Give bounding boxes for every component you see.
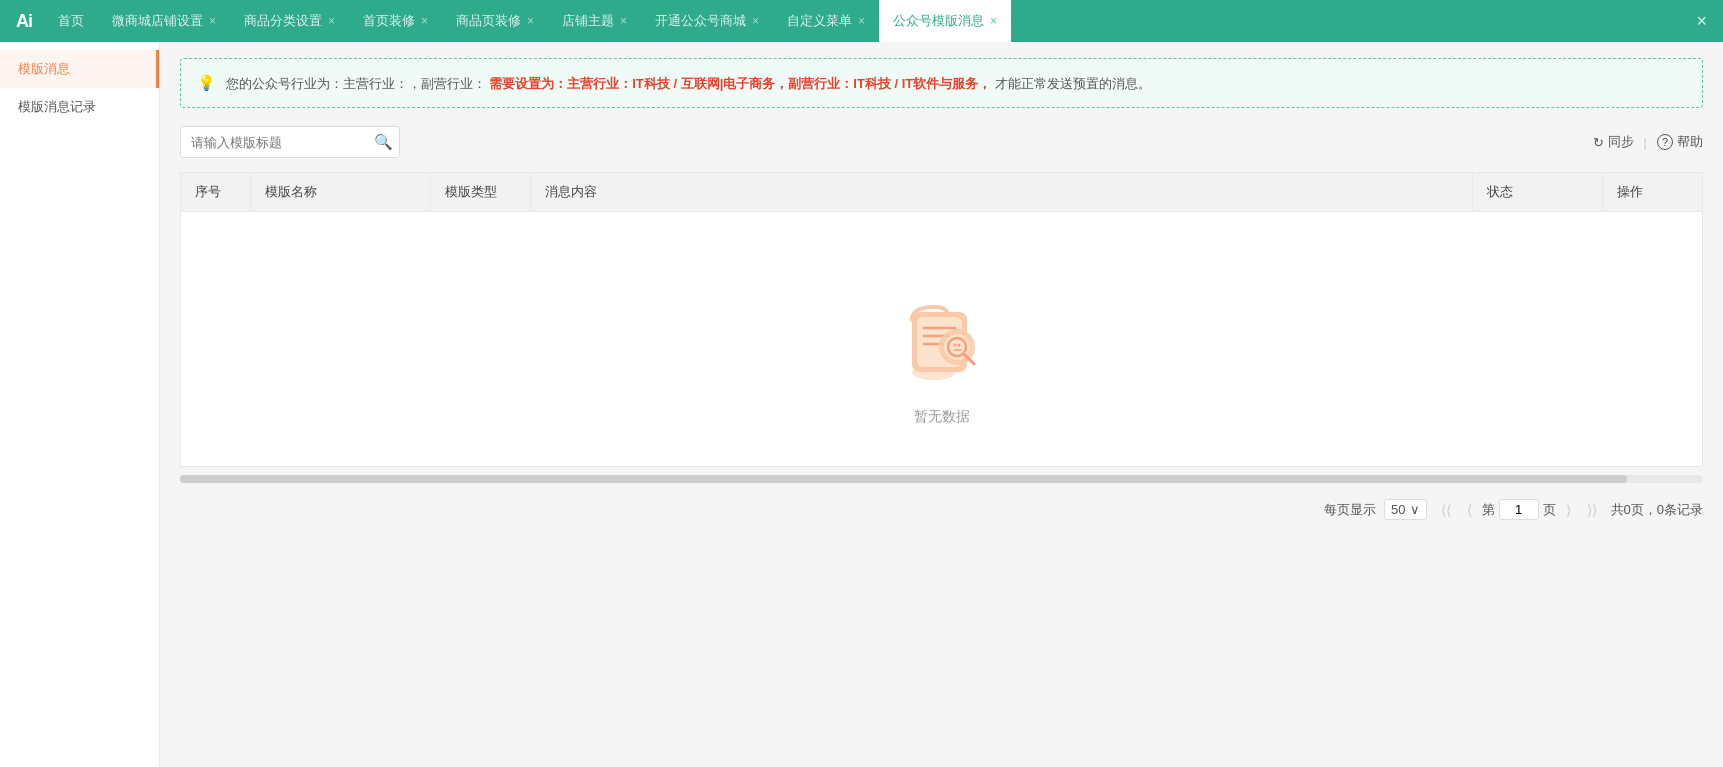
page-unit: 页 [1543, 501, 1556, 519]
page-input-group: 第 页 [1482, 499, 1556, 520]
col-header-action: 操作 [1603, 173, 1703, 212]
page-number-input[interactable] [1499, 499, 1539, 520]
col-header-seq: 序号 [181, 173, 251, 212]
chevron-down-icon: ∨ [1410, 502, 1420, 517]
tab-bar: Ai 首页 微商城店铺设置 × 商品分类设置 × 首页装修 × 商品页装修 × … [0, 0, 1723, 42]
data-table: 序号 模版名称 模版类型 消息内容 状态 操作 [180, 172, 1703, 467]
help-button[interactable]: ? 帮助 [1657, 133, 1703, 151]
tab-home[interactable]: 首页 [44, 0, 98, 42]
prev-page-button[interactable]: ⟨ [1461, 500, 1478, 520]
page-size-label: 每页显示 [1324, 501, 1376, 519]
close-shop-theme-tab[interactable]: × [620, 14, 627, 28]
svg-point-10 [953, 344, 956, 347]
tab-wechat-shop[interactable]: 微商城店铺设置 × [98, 0, 230, 42]
page-total: 共0页，0条记录 [1611, 501, 1703, 519]
sidebar-item-template-message[interactable]: 模版消息 [0, 50, 159, 88]
empty-illustration [882, 272, 1002, 392]
search-input-wrap: 🔍 [180, 126, 400, 158]
page-size-value: 50 [1391, 502, 1405, 517]
tab-product-page-decor[interactable]: 商品页装修 × [442, 0, 548, 42]
search-button[interactable]: 🔍 [366, 133, 400, 151]
pagination: 每页显示 50 ∨ ⟨⟨ ⟨ 第 页 ⟩ ⟩⟩ 共0页，0条记录 [180, 491, 1703, 528]
col-header-name: 模版名称 [251, 173, 431, 212]
empty-state: 暂无数据 [181, 212, 1702, 466]
notice-box: 💡 您的公众号行业为：主营行业：，副营行业： 需要设置为：主营行业：IT科技 /… [180, 58, 1703, 108]
table-header-row: 序号 模版名称 模版类型 消息内容 状态 操作 [181, 173, 1703, 212]
tab-open-mall[interactable]: 开通公众号商城 × [641, 0, 773, 42]
search-bar: 🔍 ↻ 同步 | ? 帮助 [180, 126, 1703, 158]
help-label: 帮助 [1677, 133, 1703, 151]
page-nav: ⟨⟨ ⟨ 第 页 ⟩ ⟩⟩ [1435, 499, 1603, 520]
col-header-type: 模版类型 [431, 173, 531, 212]
tab-homepage-decor[interactable]: 首页装修 × [349, 0, 442, 42]
scrollbar-thumb[interactable] [180, 475, 1627, 483]
sidebar: 模版消息 模版消息记录 [0, 42, 160, 767]
last-page-button[interactable]: ⟩⟩ [1581, 500, 1603, 520]
horizontal-scrollbar[interactable] [180, 475, 1703, 483]
sidebar-item-template-message-log[interactable]: 模版消息记录 [0, 88, 159, 126]
table-empty-row: 暂无数据 [181, 212, 1703, 467]
toolbar-divider: | [1644, 135, 1647, 150]
close-product-page-decor-tab[interactable]: × [527, 14, 534, 28]
tab-custom-menu[interactable]: 自定义菜单 × [773, 0, 879, 42]
sync-button[interactable]: ↻ 同步 [1593, 133, 1634, 151]
tab-shop-theme[interactable]: 店铺主题 × [548, 0, 641, 42]
next-page-button[interactable]: ⟩ [1560, 500, 1577, 520]
sync-label: 同步 [1608, 133, 1634, 151]
col-header-content: 消息内容 [531, 173, 1473, 212]
main-layout: 模版消息 模版消息记录 💡 您的公众号行业为：主营行业：，副营行业： 需要设置为… [0, 42, 1723, 767]
svg-point-11 [957, 344, 960, 347]
close-product-category-tab[interactable]: × [328, 14, 335, 28]
close-wechat-shop-tab[interactable]: × [209, 14, 216, 28]
search-input[interactable] [181, 135, 366, 150]
tab-template-msg[interactable]: 公众号模版消息 × [879, 0, 1011, 42]
help-icon: ? [1657, 134, 1673, 150]
notice-highlight: 需要设置为：主营行业：IT科技 / 互联网|电子商务，副营行业：IT科技 / I… [489, 76, 991, 91]
global-close-button[interactable]: × [1684, 11, 1719, 32]
notice-prefix: 您的公众号行业为：主营行业：，副营行业： [226, 76, 486, 91]
page-size-select[interactable]: 50 ∨ [1384, 499, 1426, 520]
sync-icon: ↻ [1593, 135, 1604, 150]
close-template-msg-tab[interactable]: × [990, 14, 997, 28]
close-homepage-decor-tab[interactable]: × [421, 14, 428, 28]
col-header-status: 状态 [1473, 173, 1603, 212]
toolbar-right: ↻ 同步 | ? 帮助 [1593, 133, 1703, 151]
page-label: 第 [1482, 501, 1495, 519]
notice-icon: 💡 [197, 74, 216, 91]
content-area: 💡 您的公众号行业为：主营行业：，副营行业： 需要设置为：主营行业：IT科技 /… [160, 42, 1723, 767]
notice-suffix: 才能正常发送预置的消息。 [995, 76, 1151, 91]
empty-text: 暂无数据 [914, 408, 970, 426]
first-page-button[interactable]: ⟨⟨ [1435, 500, 1457, 520]
tab-product-category[interactable]: 商品分类设置 × [230, 0, 349, 42]
logo-tab: Ai [4, 0, 44, 42]
close-open-mall-tab[interactable]: × [752, 14, 759, 28]
close-custom-menu-tab[interactable]: × [858, 14, 865, 28]
